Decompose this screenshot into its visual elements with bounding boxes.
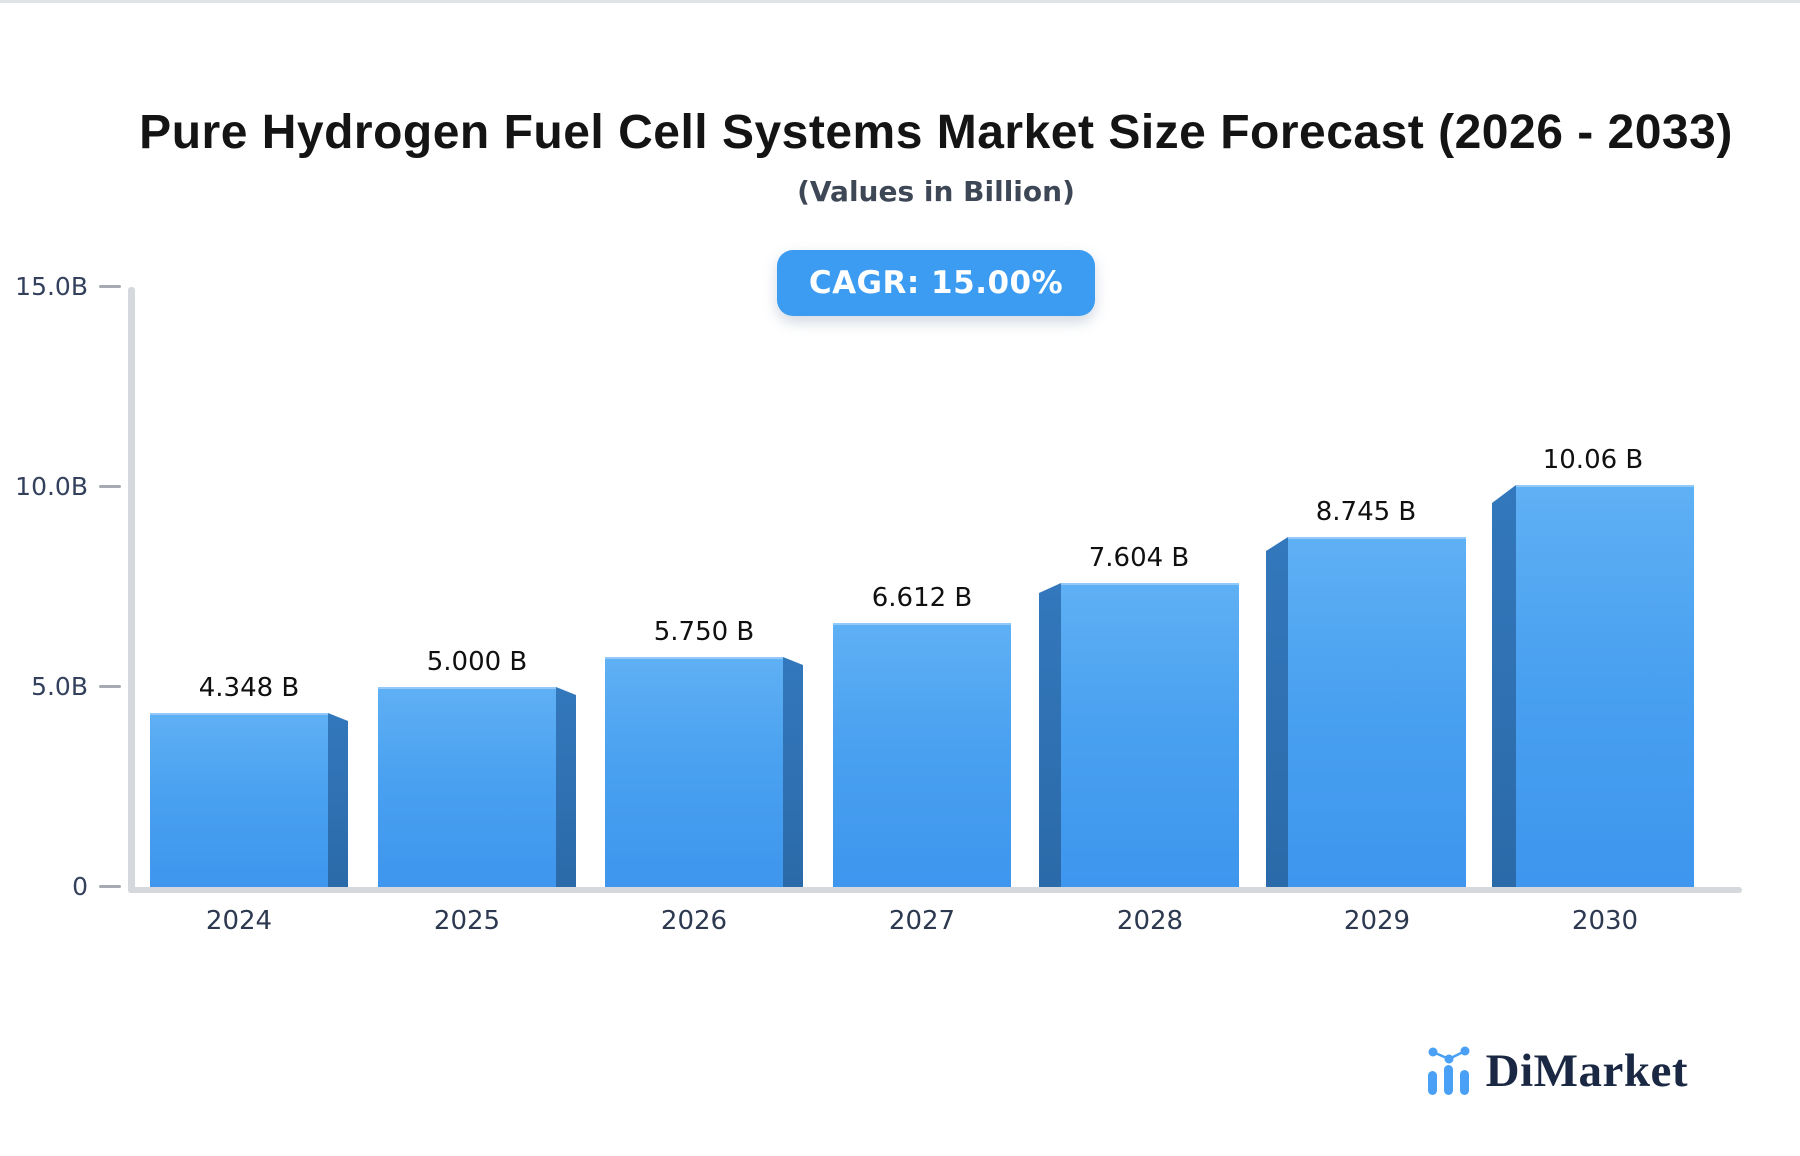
bar-face <box>378 687 556 887</box>
x-axis-label: 2029 <box>1343 906 1411 936</box>
x-axis-label: 2028 <box>1116 906 1184 936</box>
y-tick-label: 5.0B <box>31 672 88 701</box>
bar-value-label: 6.612 B <box>871 583 973 613</box>
bar-face <box>1516 485 1694 887</box>
bar-side <box>783 657 803 887</box>
x-axis-label: 2027 <box>888 906 956 936</box>
y-tick-dash <box>99 885 121 888</box>
bar-side <box>328 713 348 887</box>
bar-face <box>1061 583 1239 887</box>
logo-text: DiMarket <box>1485 1045 1688 1097</box>
y-tick-label: 0 <box>72 872 88 901</box>
bar-value-label: 5.000 B <box>426 647 528 677</box>
bar-face <box>150 713 328 887</box>
bar-value-label: 4.348 B <box>198 673 300 703</box>
bar-value-label: 10.06 B <box>1542 445 1644 475</box>
y-tick-dash <box>99 485 121 488</box>
x-axis-label: 2024 <box>205 906 273 936</box>
y-axis-line <box>128 287 135 893</box>
cagr-badge: CAGR: 15.00% <box>776 250 1096 316</box>
bar-value-label: 8.745 B <box>1315 497 1417 527</box>
bar-side <box>1266 537 1288 887</box>
y-tick-label: 15.0B <box>15 272 88 301</box>
chart-header: Pure Hydrogen Fuel Cell Systems Market S… <box>36 3 1800 316</box>
bar-face <box>833 623 1011 887</box>
bar-side <box>1492 485 1516 887</box>
logo: DiMarket <box>1426 1044 1688 1098</box>
bar-side <box>556 687 576 887</box>
x-axis-line <box>128 887 1742 893</box>
bar-chart-logo-icon <box>1427 1046 1470 1095</box>
y-tick-label: 10.0B <box>15 472 88 501</box>
bar-face <box>605 657 783 887</box>
chart-subtitle: (Values in Billion) <box>797 175 1075 208</box>
x-axis-label: 2025 <box>433 906 501 936</box>
bar-value-label: 5.750 B <box>653 617 755 647</box>
chart-title: Pure Hydrogen Fuel Cell Systems Market S… <box>139 106 1733 159</box>
bar-value-label: 7.604 B <box>1088 543 1190 573</box>
bar-side <box>1039 583 1061 887</box>
x-axis-label: 2026 <box>660 906 728 936</box>
y-tick-dash <box>99 285 121 288</box>
x-axis-label: 2030 <box>1571 906 1639 936</box>
bar-face <box>1288 537 1466 887</box>
